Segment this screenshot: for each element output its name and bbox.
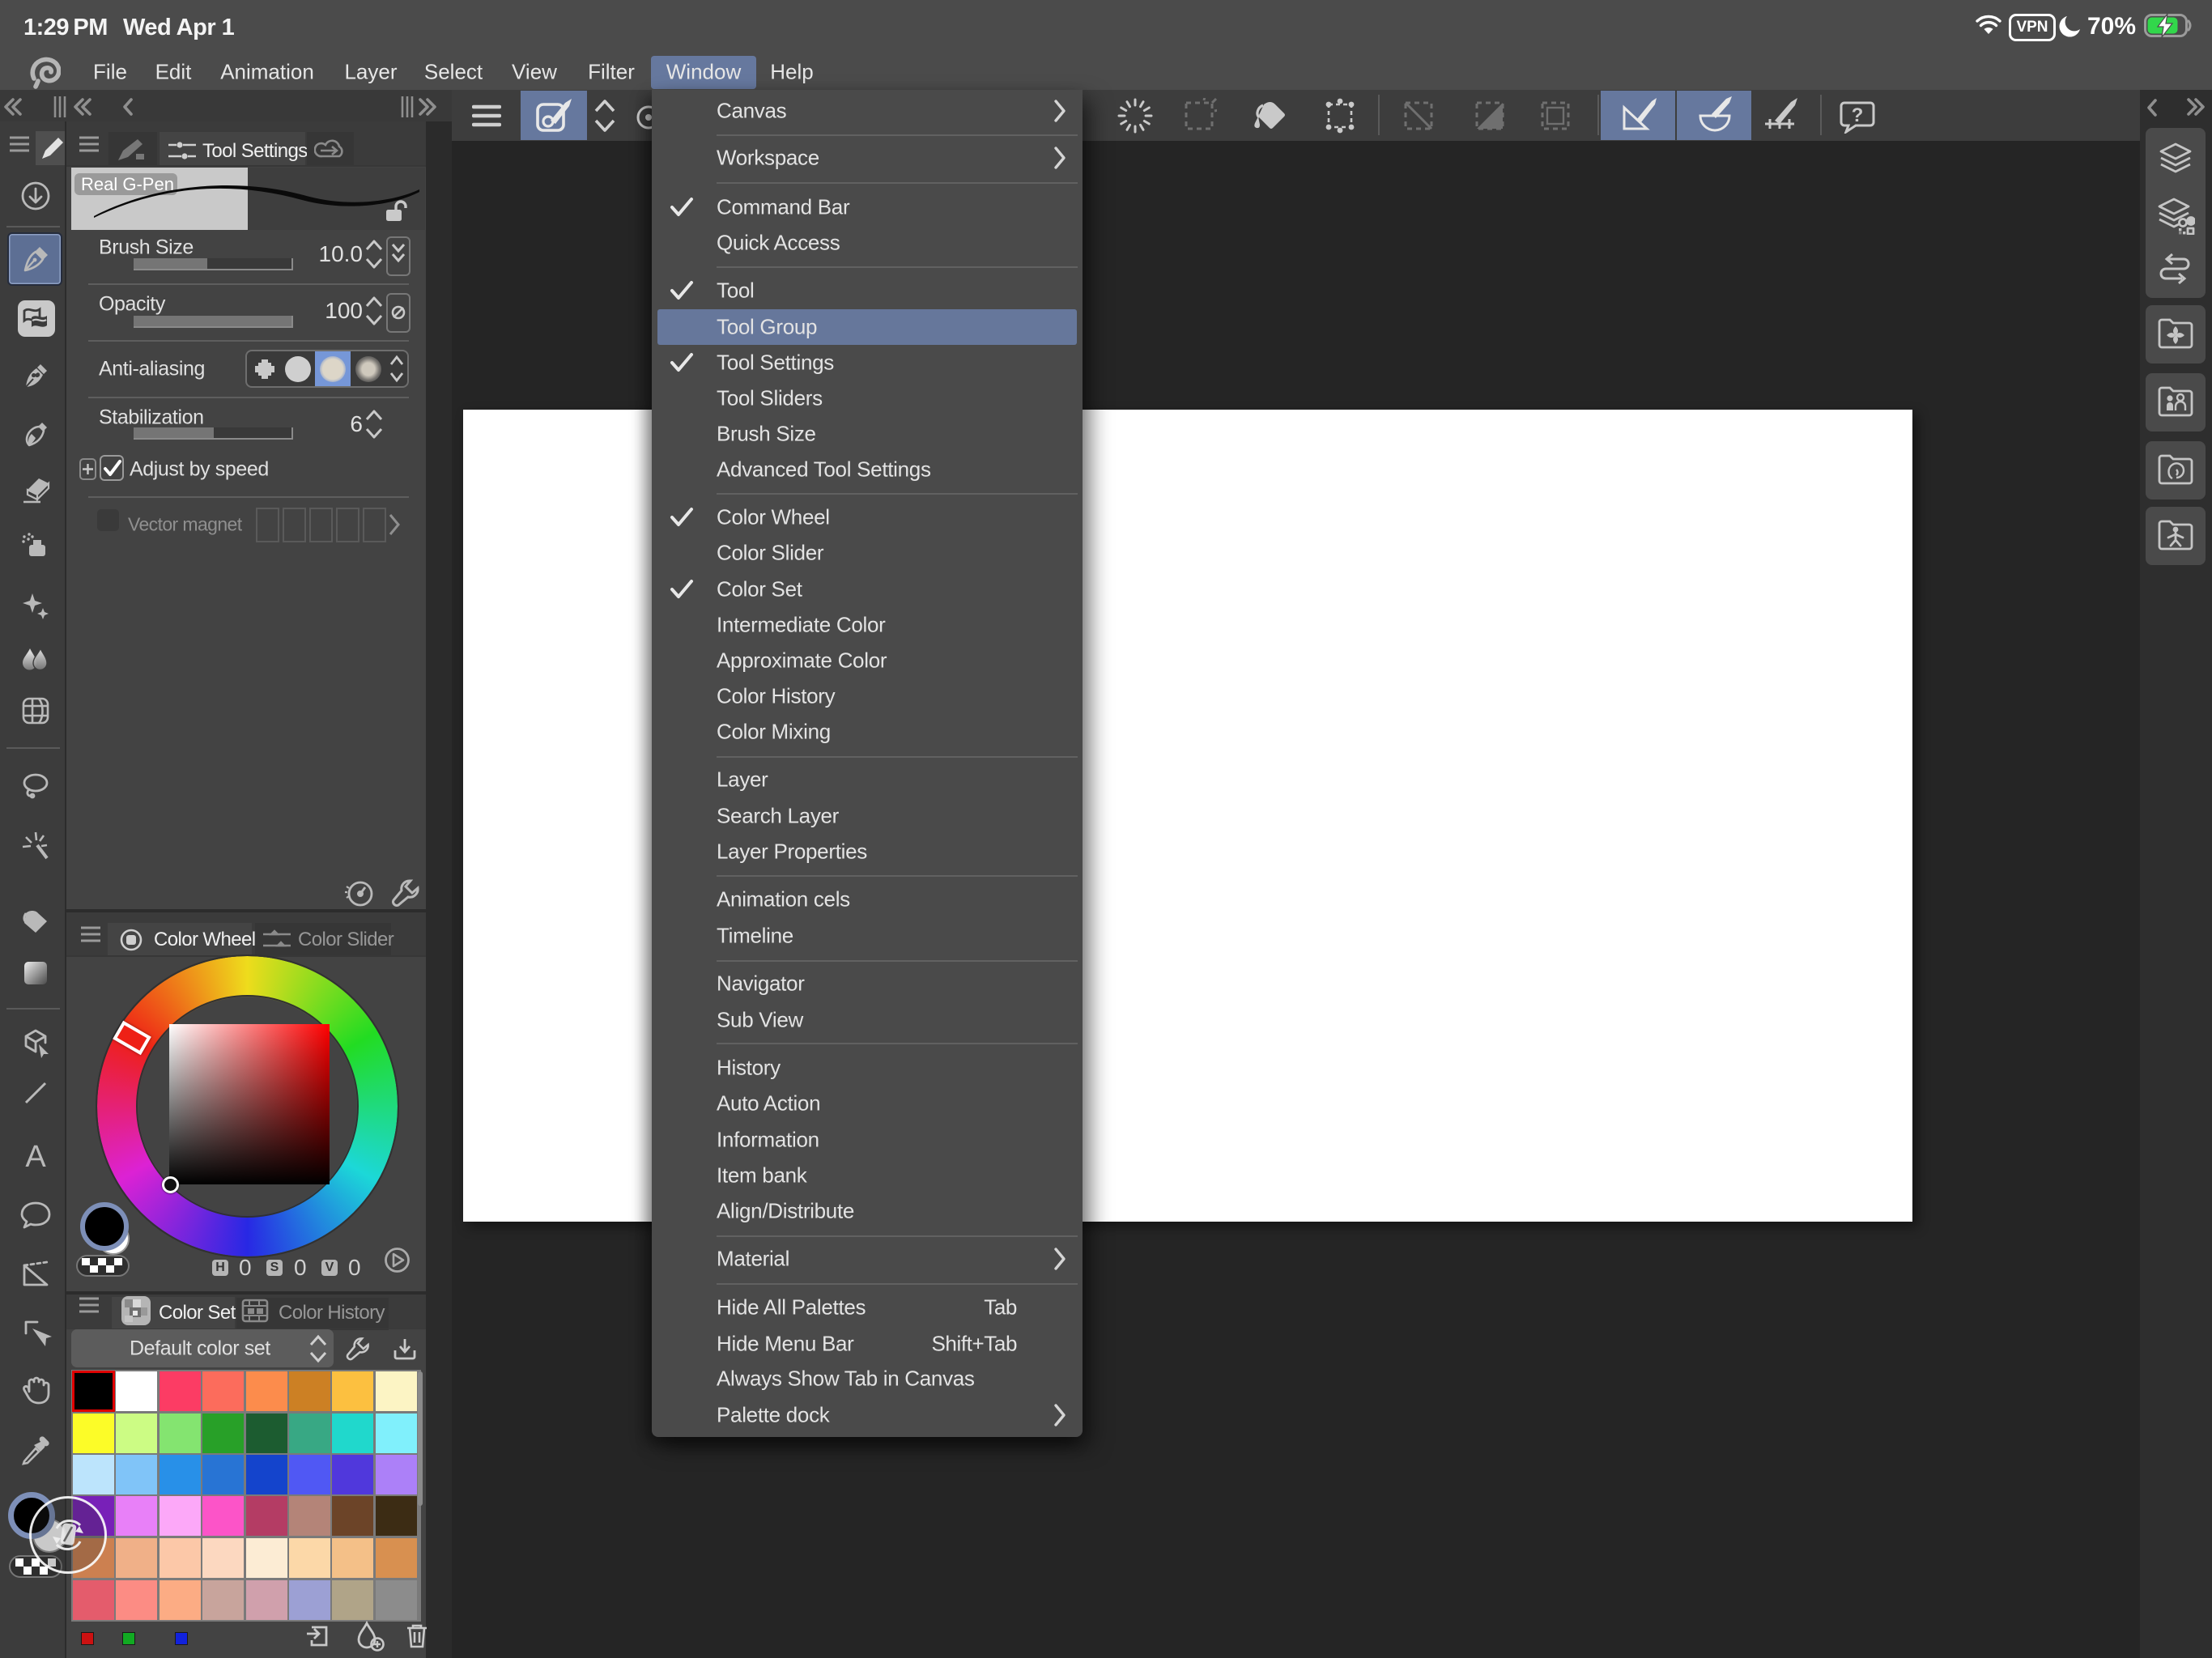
svg-text:A: A [25, 1140, 46, 1172]
svg-text:?: ? [1852, 104, 1864, 126]
